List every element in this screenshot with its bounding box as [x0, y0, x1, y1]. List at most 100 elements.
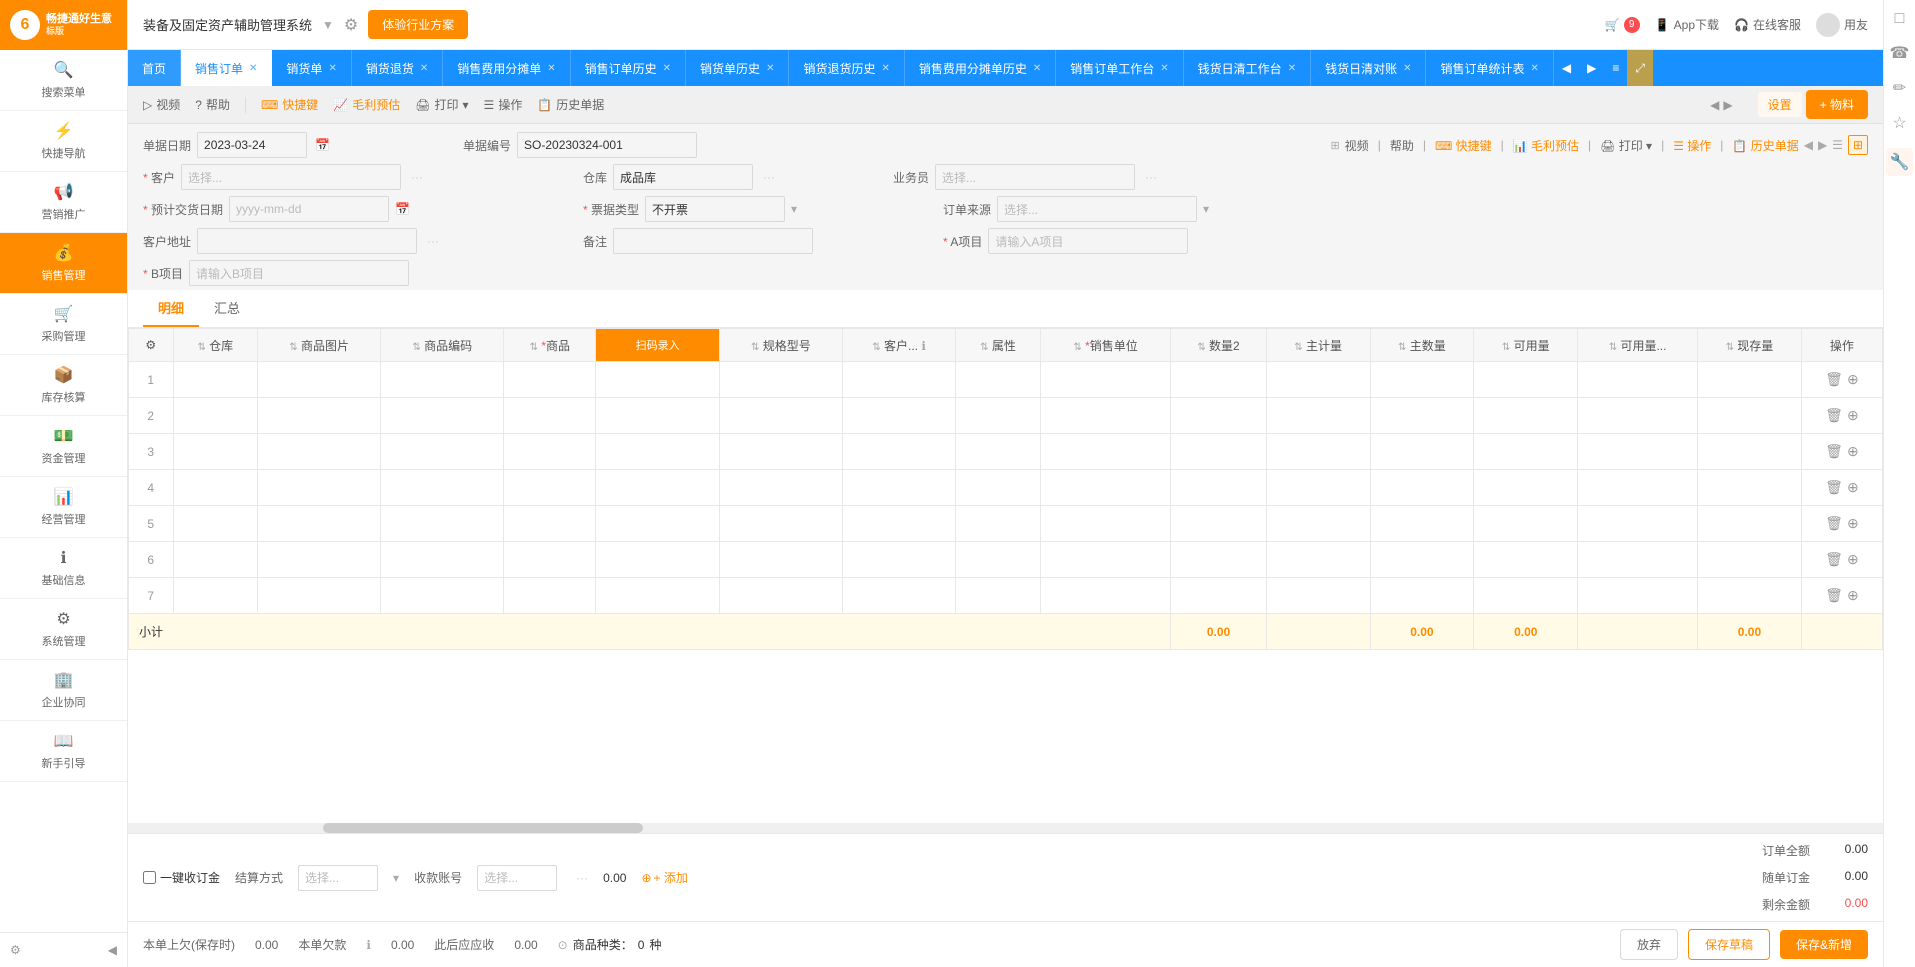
col-settings[interactable]: ⚙	[129, 329, 174, 362]
salesperson-input[interactable]: 选择...	[935, 164, 1135, 190]
right-panel-icon-5[interactable]: 🔧	[1886, 148, 1914, 176]
sidebar-item-enterprise[interactable]: 🏢 企业协同	[0, 660, 127, 721]
address-input[interactable]	[197, 228, 417, 254]
col-qty2[interactable]: ⇅ 数量2	[1171, 329, 1266, 362]
note-input[interactable]	[613, 228, 813, 254]
tab-close-icon[interactable]: ✕	[249, 63, 257, 74]
sidebar-item-basicinfo[interactable]: ℹ 基础信息	[0, 538, 127, 599]
tab-close-icon[interactable]: ✕	[1033, 63, 1041, 74]
sidebar-item-inventory[interactable]: 📦 库存核算	[0, 355, 127, 416]
tab-close-icon[interactable]: ✕	[328, 63, 336, 74]
toolbar-view[interactable]: ▷ 视频	[143, 96, 180, 113]
toolbar-history[interactable]: 📋 历史单据	[537, 96, 604, 113]
date-input[interactable]: 2023-03-24	[197, 132, 307, 158]
tab-sales-order[interactable]: 销售订单 ✕	[181, 50, 272, 86]
row-name-1[interactable]	[504, 362, 596, 398]
save-new-button[interactable]: 保存&新增	[1780, 930, 1868, 959]
action2-label[interactable]: ☰ 操作	[1673, 137, 1711, 154]
tab-order-stats[interactable]: 销售订单统计表 ✕	[1426, 50, 1553, 86]
warehouse-more-icon[interactable]: ···	[763, 170, 775, 184]
tab-close-icon[interactable]: ✕	[1160, 63, 1168, 74]
col-unit[interactable]: ⇅ *销售单位	[1040, 329, 1171, 362]
invoice-dropdown-icon[interactable]: ▾	[791, 202, 797, 216]
tab-close-icon[interactable]: ✕	[547, 63, 555, 74]
next-record-icon[interactable]: ▶	[1723, 98, 1732, 112]
industry-btn[interactable]: 体验行业方案	[368, 10, 468, 39]
delete-icon[interactable]: 🗑	[1825, 407, 1843, 424]
sidebar-item-sales[interactable]: 💰 销售管理	[0, 233, 127, 294]
delete-icon[interactable]: 🗑	[1825, 479, 1843, 496]
scroll-thumb[interactable]	[323, 823, 643, 833]
toolbar-print[interactable]: 🖨 打印 ▾	[415, 96, 468, 113]
prev-record-icon[interactable]: ◀	[1710, 98, 1719, 112]
collapse-sidebar-icon[interactable]: ◀	[108, 943, 117, 957]
copy-icon[interactable]: ⊕	[1847, 551, 1859, 568]
toolbar-action[interactable]: ☰ 操作	[484, 96, 523, 113]
settlement-select[interactable]: 选择...	[298, 865, 378, 891]
add-material-btn[interactable]: + 物料	[1806, 90, 1868, 119]
help2-label[interactable]: 帮助	[1390, 137, 1414, 154]
sidebar-item-system[interactable]: ⚙ 系统管理	[0, 599, 127, 660]
tab-summary[interactable]: 汇总	[199, 290, 255, 327]
tab-sales-receipt[interactable]: 销货单 ✕	[272, 50, 351, 86]
goods-count-icon[interactable]: ⊙	[558, 938, 568, 952]
scan-btn[interactable]: 扫码录入	[628, 335, 688, 355]
settings-action-btn[interactable]: 设置	[1758, 92, 1802, 117]
table-settings-icon[interactable]: ⚙	[145, 338, 156, 352]
tab-sales-return[interactable]: 销货退货 ✕	[352, 50, 443, 86]
view-icon[interactable]: ⊞	[1330, 139, 1339, 152]
toolbar-help[interactable]: ? 帮助	[195, 96, 230, 113]
tab-next-btn[interactable]: ▶	[1579, 50, 1604, 86]
sidebar-item-search[interactable]: 🔍 搜索菜单	[0, 50, 127, 111]
row-image-1[interactable]	[258, 362, 381, 398]
tab-close-icon[interactable]: ✕	[663, 63, 671, 74]
right-panel-icon-3[interactable]: ✏	[1893, 78, 1906, 98]
delete-icon[interactable]: 🗑	[1825, 515, 1843, 532]
col-available2[interactable]: ⇅ 可用量...	[1578, 329, 1698, 362]
tab-order-workbench[interactable]: 销售订单工作台 ✕	[1056, 50, 1183, 86]
delete-icon[interactable]: 🗑	[1825, 443, 1843, 460]
one-click-confirm-checkbox[interactable]: 一键收订金	[143, 869, 220, 886]
delete-icon[interactable]: 🗑	[1825, 551, 1843, 568]
col-warehouse[interactable]: ⇅ 仓库	[173, 329, 258, 362]
a-project-input[interactable]: 请输入A项目	[988, 228, 1188, 254]
shortcut2-label[interactable]: ⌨ 快捷键	[1435, 137, 1492, 154]
sidebar-item-operations[interactable]: 📊 经营管理	[0, 477, 127, 538]
warehouse-input[interactable]: 成品库	[613, 164, 753, 190]
copy-icon[interactable]: ⊕	[1847, 371, 1859, 388]
sidebar-item-purchase[interactable]: 🛒 采购管理	[0, 294, 127, 355]
col-available[interactable]: ⇅ 可用量	[1474, 329, 1578, 362]
calendar-icon[interactable]: 📅	[315, 138, 330, 152]
horizontal-scrollbar[interactable]	[128, 823, 1883, 833]
tab-order-history[interactable]: 销售订单历史 ✕	[571, 50, 686, 86]
print2-label[interactable]: 🖨 打印 ▾	[1600, 137, 1652, 154]
right-panel-icon-1[interactable]: □	[1895, 10, 1905, 28]
num-input[interactable]: SO-20230324-001	[517, 132, 697, 158]
copy-icon[interactable]: ⊕	[1847, 587, 1859, 604]
col-image[interactable]: ⇅ 商品图片	[258, 329, 381, 362]
delivery-calendar-icon[interactable]: 📅	[395, 202, 410, 216]
order-source-dropdown-icon[interactable]: ▾	[1203, 202, 1209, 216]
tab-close-icon[interactable]: ✕	[1531, 63, 1539, 74]
prev2-icon[interactable]: ◀	[1804, 138, 1813, 152]
col-main-qty[interactable]: ⇅ 主数量	[1370, 329, 1474, 362]
next2-icon[interactable]: ▶	[1818, 138, 1827, 152]
online-service-btn[interactable]: 🎧 在线客服	[1734, 16, 1801, 33]
salesperson-more-icon[interactable]: ···	[1145, 170, 1157, 184]
tab-return-history[interactable]: 销货退货历史 ✕	[789, 50, 904, 86]
list-view-icon[interactable]: ☰	[1832, 138, 1843, 152]
row-code-1[interactable]	[381, 362, 504, 398]
right-panel-icon-2[interactable]: ☎	[1890, 43, 1910, 63]
right-panel-icon-4[interactable]: ☆	[1892, 113, 1906, 133]
tab-close-icon[interactable]: ✕	[1403, 63, 1411, 74]
add-btn[interactable]: ⊕ + 添加	[641, 869, 687, 886]
tab-close-icon[interactable]: ✕	[1288, 63, 1296, 74]
tab-expense-history[interactable]: 销售费用分摊单历史 ✕	[905, 50, 1056, 86]
current-balance-icon[interactable]: ℹ	[366, 938, 371, 952]
tab-daily-reconcile[interactable]: 钱货日清对账 ✕	[1311, 50, 1426, 86]
customer-input[interactable]: 选择...	[181, 164, 401, 190]
row-warehouse-1[interactable]	[173, 362, 258, 398]
save-draft-button[interactable]: 保存草稿	[1688, 929, 1770, 960]
tab-close-icon[interactable]: ✕	[766, 63, 774, 74]
toolbar-profit[interactable]: 📈 毛利预估	[333, 96, 400, 113]
